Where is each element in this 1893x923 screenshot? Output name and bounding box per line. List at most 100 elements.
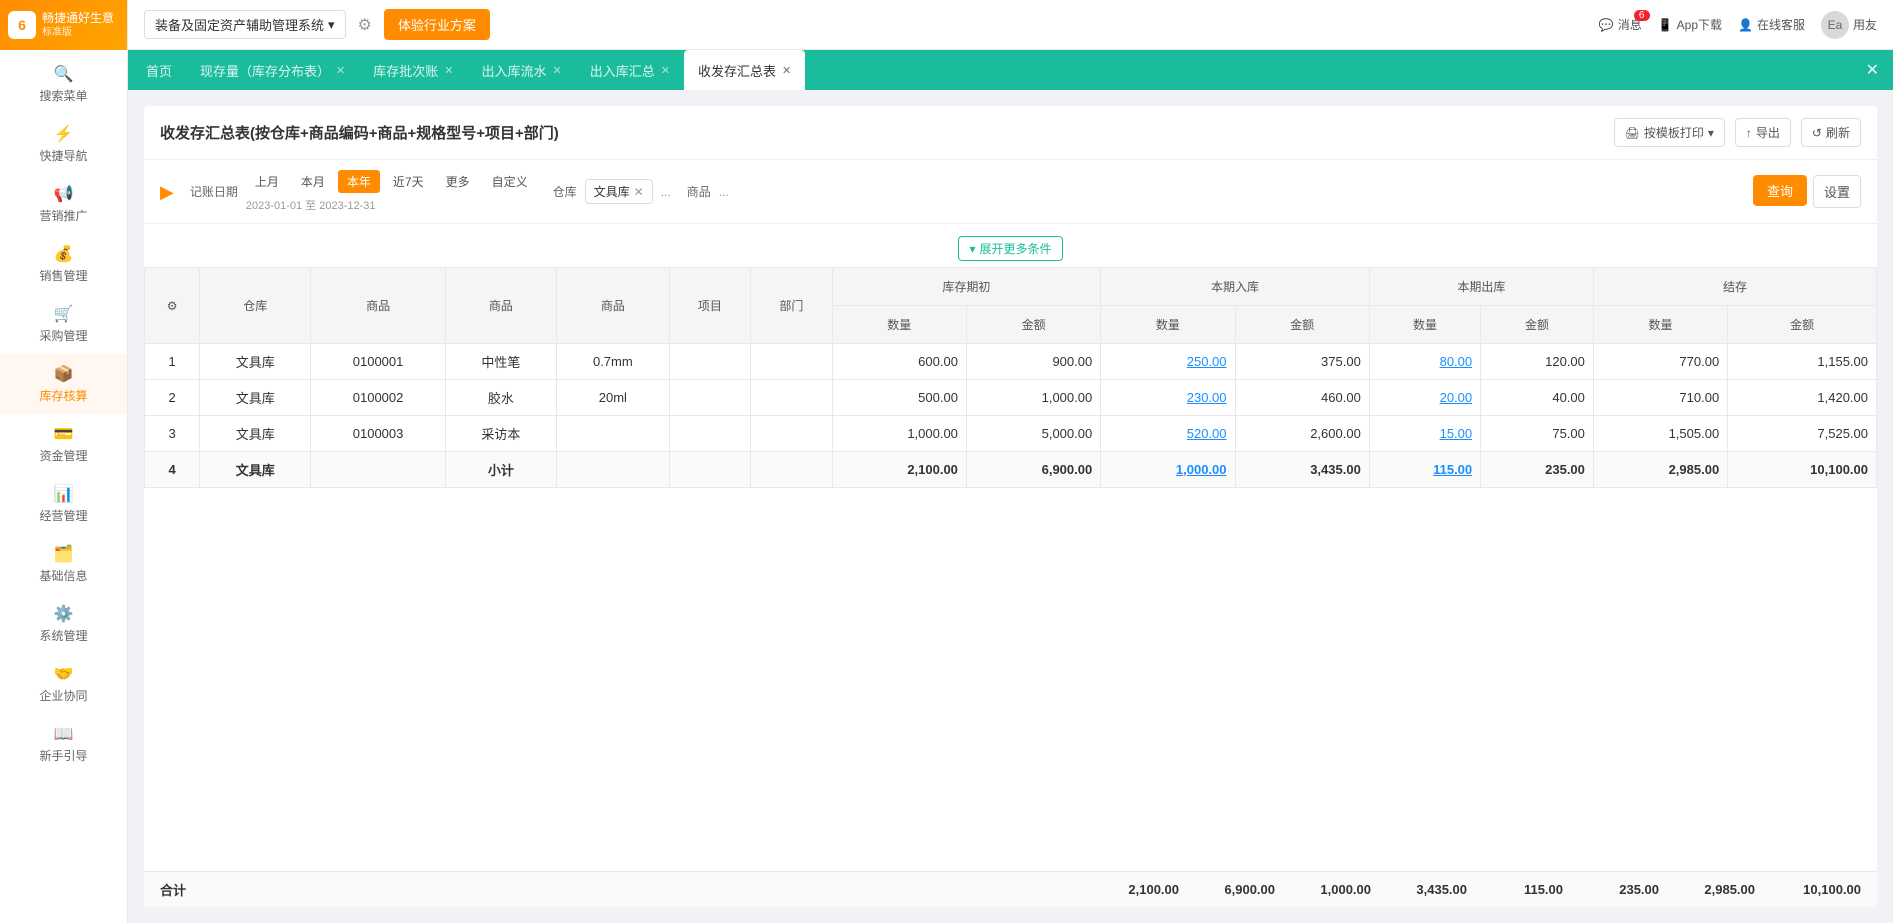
row-dept <box>751 344 832 380</box>
sidebar-icon-5: 📦 <box>54 364 74 384</box>
export-button[interactable]: ↑ 导出 <box>1735 118 1791 147</box>
sidebar-item-0[interactable]: 🔍搜索菜单 <box>0 54 127 114</box>
subtotal-empty-spec <box>557 452 670 488</box>
sidebar-item-8[interactable]: 🗂️基础信息 <box>0 534 127 594</box>
tab-close-2[interactable]: ✕ <box>444 64 453 77</box>
tab-2[interactable]: 库存批次账✕ <box>359 50 467 90</box>
total-in-qty: 1,000.00 <box>1291 882 1371 897</box>
subtotal-open-amt: 6,900.00 <box>966 452 1100 488</box>
row-in-qty[interactable]: 520.00 <box>1101 416 1235 452</box>
sidebar-item-2[interactable]: 📢营销推广 <box>0 174 127 234</box>
tab-close-5[interactable]: ✕ <box>782 64 791 77</box>
table-row: 2 文具库 0100002 胶水 20ml 500.00 1,000.00 23… <box>145 380 1877 416</box>
sidebar-item-10[interactable]: 🤝企业协同 <box>0 654 127 714</box>
date-btn-本月[interactable]: 本月 <box>292 170 334 193</box>
subtotal-in-qty[interactable]: 1,000.00 <box>1101 452 1235 488</box>
msg-icon: 💬 <box>1599 18 1614 32</box>
date-btn-本年[interactable]: 本年 <box>338 170 380 193</box>
row-name: 中性笔 <box>445 344 556 380</box>
tab-4[interactable]: 出入库汇总✕ <box>576 50 684 90</box>
date-range-text: 2023-01-01 至 2023-12-31 <box>246 197 537 213</box>
sidebar-item-11[interactable]: 📖新手引导 <box>0 714 127 774</box>
col-out-amt: 金额 <box>1481 306 1594 344</box>
subtotal-name: 小计 <box>445 452 556 488</box>
col-balance: 结存 <box>1593 268 1876 306</box>
date-btn-更多[interactable]: 更多 <box>437 170 479 193</box>
tab-label-3: 出入库流水 <box>481 61 546 80</box>
sidebar-item-7[interactable]: 📊经营管理 <box>0 474 127 534</box>
service-button[interactable]: 👤 在线客服 <box>1738 16 1805 33</box>
industry-button[interactable]: 体验行业方案 <box>384 9 490 40</box>
tab-label-0: 首页 <box>146 61 172 80</box>
user-menu[interactable]: Ea 用友 <box>1821 11 1877 39</box>
sidebar-item-5[interactable]: 📦库存核算 <box>0 354 127 414</box>
sidebar-item-1[interactable]: ⚡快捷导航 <box>0 114 127 174</box>
total-in-amt: 3,435.00 <box>1387 882 1467 897</box>
system-select[interactable]: 装备及固定资产辅助管理系统 ▾ <box>144 10 346 39</box>
tab-close-1[interactable]: ✕ <box>336 64 345 77</box>
query-button[interactable]: 查询 <box>1753 175 1807 206</box>
msg-button[interactable]: 💬 消息 6 <box>1599 16 1642 33</box>
total-out-amt: 235.00 <box>1579 882 1659 897</box>
sidebar-icon-3: 💰 <box>54 244 74 264</box>
tab-5[interactable]: 收发存汇总表✕ <box>684 50 805 90</box>
sidebar-item-9[interactable]: ⚙️系统管理 <box>0 594 127 654</box>
chevron-down-icon: ▾ <box>1708 126 1714 140</box>
row-open-amt: 1,000.00 <box>966 380 1100 416</box>
filter-collapse-icon[interactable]: ▶ <box>160 182 174 203</box>
app-download-button[interactable]: 📱 App下载 <box>1658 16 1722 33</box>
subtotal-out-amt: 235.00 <box>1481 452 1594 488</box>
row-spec <box>557 416 670 452</box>
row-out-qty[interactable]: 15.00 <box>1369 416 1480 452</box>
subtotal-in-amt: 3,435.00 <box>1235 452 1369 488</box>
sidebar-item-4[interactable]: 🛒采购管理 <box>0 294 127 354</box>
date-buttons: 上月本月本年近7天更多自定义 <box>246 170 537 193</box>
expand-conditions-button[interactable]: ▾ 展开更多条件 <box>958 236 1062 261</box>
warehouse-tag[interactable]: 文具库 ✕ <box>585 179 653 204</box>
col-spec: 商品 <box>557 268 670 344</box>
sidebar: 6 畅捷通好生意 标准版 🔍搜索菜单⚡快捷导航📢营销推广💰销售管理🛒采购管理📦库… <box>0 0 128 923</box>
warehouse-filter-section: 仓库 文具库 ✕ ... <box>553 179 671 204</box>
col-settings[interactable]: ⚙ <box>145 268 200 344</box>
print-icon: 🖨 <box>1625 126 1640 140</box>
setting-button[interactable]: 设置 <box>1813 175 1861 208</box>
row-bal-qty: 710.00 <box>1593 380 1727 416</box>
topbar: 装备及固定资产辅助管理系统 ▾ ⚙ 体验行业方案 💬 消息 6 📱 App下载 … <box>128 0 1893 50</box>
col-bal-qty: 数量 <box>1593 306 1727 344</box>
sidebar-item-6[interactable]: 💳资金管理 <box>0 414 127 474</box>
sidebar-label-3: 销售管理 <box>39 267 87 284</box>
date-btn-近7天[interactable]: 近7天 <box>384 170 433 193</box>
col-in-qty: 数量 <box>1101 306 1235 344</box>
row-out-qty[interactable]: 20.00 <box>1369 380 1480 416</box>
sidebar-item-3[interactable]: 💰 销售管理 <box>0 234 127 294</box>
tab-1[interactable]: 现存量（库存分布表）✕ <box>186 50 359 90</box>
table-row: 3 文具库 0100003 采访本 1,000.00 5,000.00 520.… <box>145 416 1877 452</box>
row-bal-qty: 770.00 <box>1593 344 1727 380</box>
print-button[interactable]: 🖨 按模板打印 ▾ <box>1614 118 1725 147</box>
goods-more[interactable]: ... <box>719 185 729 199</box>
date-btn-自定义[interactable]: 自定义 <box>483 170 537 193</box>
row-project <box>669 344 750 380</box>
refresh-button[interactable]: ↺ 刷新 <box>1801 118 1861 147</box>
row-open-qty: 600.00 <box>832 344 966 380</box>
row-project <box>669 416 750 452</box>
tab-close-4[interactable]: ✕ <box>661 64 670 77</box>
tab-list: 首页现存量（库存分布表）✕库存批次账✕出入库流水✕出入库汇总✕收发存汇总表✕ <box>132 50 805 90</box>
row-name: 采访本 <box>445 416 556 452</box>
close-all-tabs-button[interactable]: ✕ <box>1856 60 1889 80</box>
app-label: App下载 <box>1677 16 1722 33</box>
warehouse-more[interactable]: ... <box>661 185 671 199</box>
row-in-qty[interactable]: 250.00 <box>1101 344 1235 380</box>
col-open-qty: 数量 <box>832 306 966 344</box>
tab-close-3[interactable]: ✕ <box>553 64 562 77</box>
subtotal-out-qty[interactable]: 115.00 <box>1369 452 1480 488</box>
date-btn-上月[interactable]: 上月 <box>246 170 288 193</box>
warehouse-tag-close[interactable]: ✕ <box>634 185 644 199</box>
row-out-qty[interactable]: 80.00 <box>1369 344 1480 380</box>
settings-gear-icon[interactable]: ⚙ <box>358 15 372 35</box>
tab-0[interactable]: 首页 <box>132 50 186 90</box>
row-in-qty[interactable]: 230.00 <box>1101 380 1235 416</box>
tab-3[interactable]: 出入库流水 ✕ <box>467 50 575 90</box>
sidebar-icon-1: ⚡ <box>54 124 74 144</box>
row-bal-qty: 1,505.00 <box>1593 416 1727 452</box>
